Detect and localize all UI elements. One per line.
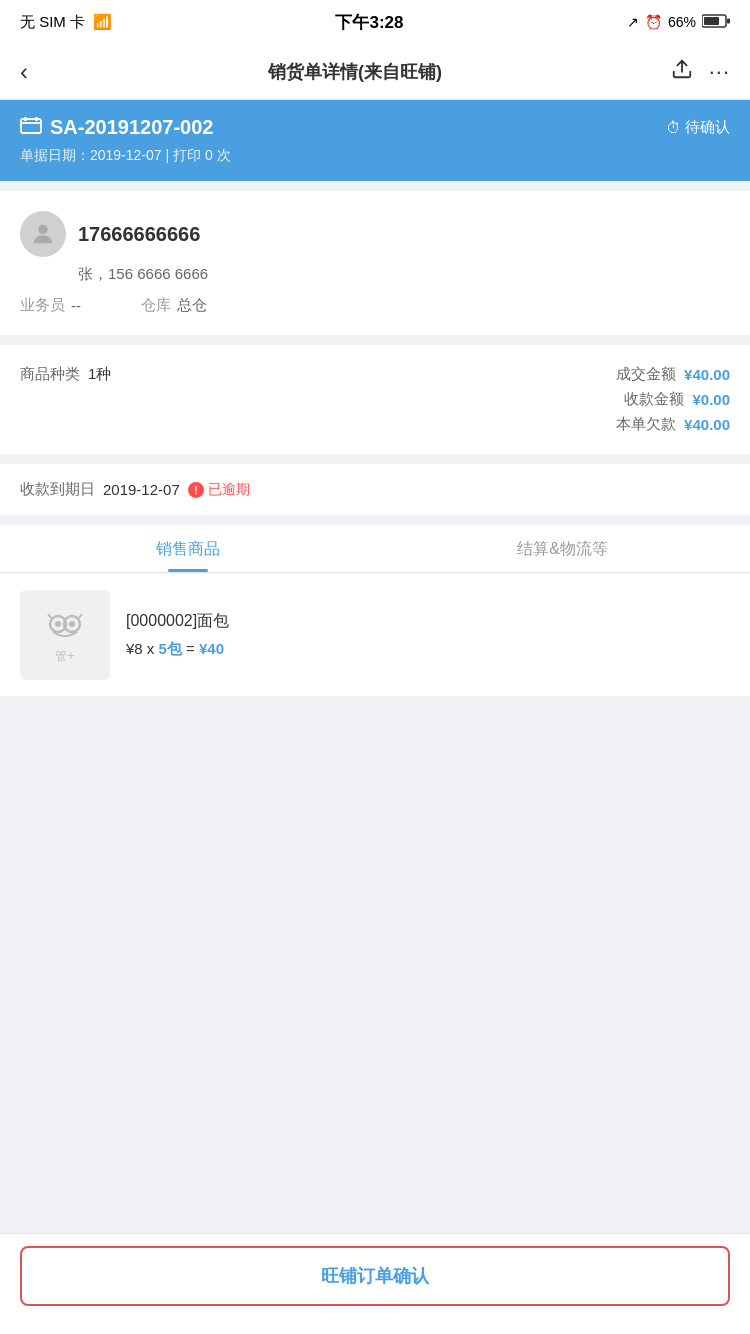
- product-thumbnail: 管+: [20, 590, 110, 680]
- back-button[interactable]: ‹: [20, 58, 60, 86]
- status-left: 无 SIM 卡 📶: [20, 13, 112, 32]
- salesperson-info: 业务员 --: [20, 296, 81, 315]
- product-item: 管+ [0000002]面包 ¥8 x 5包 = ¥40: [0, 574, 750, 696]
- bottom-bar: 旺铺订单确认: [0, 1233, 750, 1334]
- order-date: 单据日期：2019-12-07 | 打印 0 次: [20, 147, 730, 165]
- product-tabs: 销售商品 结算&物流等: [0, 525, 750, 573]
- customer-meta: 业务员 -- 仓库 总仓: [20, 296, 730, 315]
- wifi-icon: 📶: [93, 13, 112, 31]
- nav-actions: ···: [650, 58, 730, 85]
- customer-card: 17666666666 张，156 6666 6666 业务员 -- 仓库 总仓: [0, 191, 750, 335]
- overdue-dot-icon: !: [188, 482, 204, 498]
- product-unit-price: ¥8: [126, 640, 143, 657]
- product-info: [0000002]面包 ¥8 x 5包 = ¥40: [126, 611, 730, 659]
- product-types-label: 商品种类: [20, 365, 80, 384]
- confirm-order-button[interactable]: 旺铺订单确认: [20, 1246, 730, 1306]
- alarm-icon: ⏰: [645, 14, 662, 30]
- product-list: 管+ [0000002]面包 ¥8 x 5包 = ¥40: [0, 574, 750, 696]
- battery-icon: [702, 14, 730, 31]
- warehouse-label: 仓库: [141, 296, 171, 315]
- warehouse-info: 仓库 总仓: [141, 296, 207, 315]
- tab-settlement[interactable]: 结算&物流等: [375, 525, 750, 572]
- no-sim-text: 无 SIM 卡: [20, 13, 85, 32]
- times-symbol: x: [147, 640, 159, 657]
- product-price-row: ¥8 x 5包 = ¥40: [126, 640, 730, 659]
- overdue-date: 2019-12-07: [103, 481, 180, 498]
- svg-point-12: [69, 621, 75, 627]
- product-name: [0000002]面包: [126, 611, 730, 632]
- overdue-badge: ! 已逾期: [188, 481, 250, 499]
- customer-name: 张，156 6666 6666: [78, 265, 730, 284]
- overdue-label: 收款到期日: [20, 480, 95, 499]
- owed-amount-row: 本单欠款 ¥40.00: [616, 415, 730, 434]
- status-right: ↗ ⏰ 66%: [627, 14, 730, 31]
- clock-icon: ⏱: [666, 119, 681, 136]
- product-qty: 5包: [159, 640, 182, 657]
- owed-amount-label: 本单欠款: [616, 415, 676, 434]
- more-icon[interactable]: ···: [709, 59, 730, 85]
- deal-amount-label: 成交金额: [616, 365, 676, 384]
- equals-symbol: =: [186, 640, 199, 657]
- page-title: 销货单详情(来自旺铺): [60, 60, 650, 84]
- overdue-card: 收款到期日 2019-12-07 ! 已逾期: [0, 464, 750, 515]
- summary-left: 商品种类 1种: [20, 365, 111, 384]
- status-bar: 无 SIM 卡 📶 下午3:28 ↗ ⏰ 66%: [0, 0, 750, 44]
- location-icon: ↗: [627, 14, 639, 30]
- svg-point-8: [38, 225, 47, 234]
- product-total: ¥40: [199, 640, 224, 657]
- received-amount-label: 收款金额: [624, 390, 684, 409]
- summary-right: 成交金额 ¥40.00 收款金额 ¥0.00 本单欠款 ¥40.00: [616, 365, 730, 434]
- received-amount-row: 收款金额 ¥0.00: [624, 390, 730, 409]
- salesperson-label: 业务员: [20, 296, 65, 315]
- order-header: SA-20191207-002 ⏱ 待确认 单据日期：2019-12-07 | …: [0, 100, 750, 181]
- product-types-value: 1种: [88, 365, 111, 384]
- deal-amount-row: 成交金额 ¥40.00: [616, 365, 730, 384]
- share-icon[interactable]: [671, 58, 693, 85]
- summary-card: 商品种类 1种 成交金额 ¥40.00 收款金额 ¥0.00 本单欠款 ¥40.…: [0, 345, 750, 454]
- tab-products[interactable]: 销售商品: [0, 525, 375, 572]
- owed-amount-value: ¥40.00: [684, 416, 730, 433]
- svg-rect-6: [24, 117, 27, 121]
- order-status: ⏱ 待确认: [666, 118, 730, 137]
- svg-rect-1: [704, 17, 719, 25]
- product-thumb-brand-text: 管+: [55, 648, 74, 665]
- order-icon: [20, 116, 42, 139]
- warehouse-value: 总仓: [177, 296, 207, 315]
- product-types-row: 商品种类 1种: [20, 365, 111, 384]
- svg-point-11: [55, 621, 61, 627]
- order-id: SA-20191207-002: [20, 116, 213, 139]
- overdue-text: 已逾期: [208, 481, 250, 499]
- bottom-space: [0, 696, 750, 816]
- svg-rect-7: [35, 117, 38, 121]
- product-thumb-logo-icon: 管+: [41, 606, 89, 665]
- customer-avatar: [20, 211, 66, 257]
- received-amount-value: ¥0.00: [692, 391, 730, 408]
- customer-phone: 17666666666: [78, 223, 200, 246]
- svg-rect-5: [21, 119, 41, 133]
- nav-bar: ‹ 销货单详情(来自旺铺) ···: [0, 44, 750, 100]
- status-time: 下午3:28: [335, 11, 403, 34]
- salesperson-value: --: [71, 297, 81, 314]
- battery-text: 66%: [668, 14, 696, 30]
- svg-rect-2: [727, 18, 730, 23]
- deal-amount-value: ¥40.00: [684, 366, 730, 383]
